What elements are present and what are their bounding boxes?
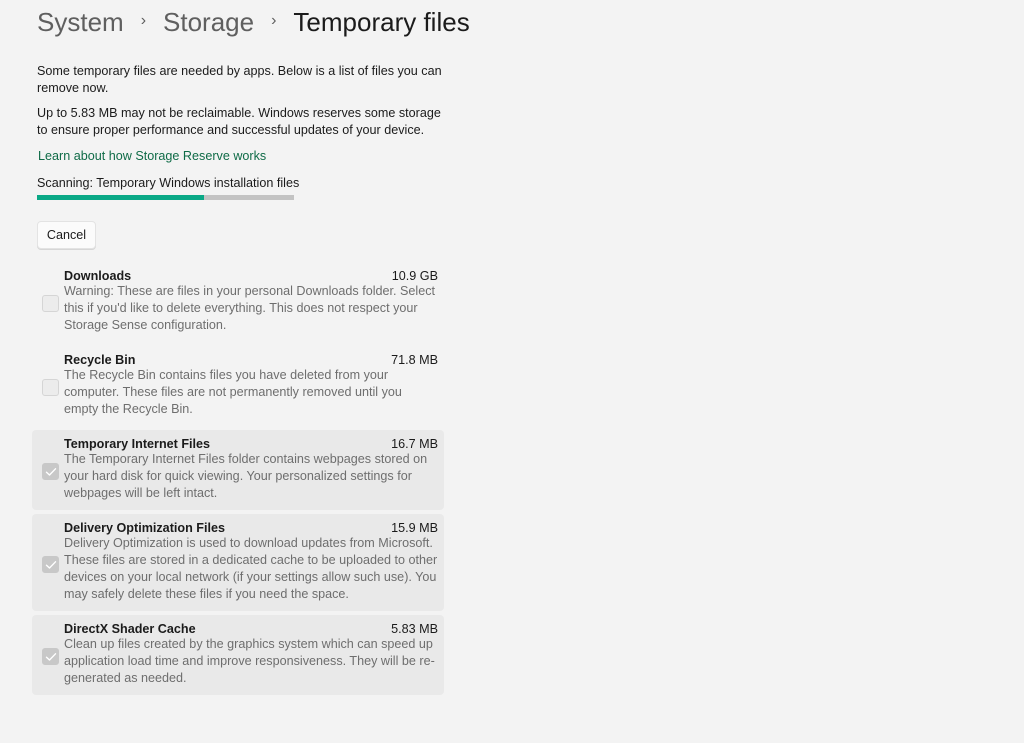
item-title: Downloads	[64, 269, 132, 283]
chevron-right-icon: ›	[271, 12, 277, 29]
scan-progress-bar	[37, 195, 294, 200]
item-title: Delivery Optimization Files	[64, 521, 225, 535]
checkbox-checked[interactable]	[42, 648, 59, 665]
item-title: Temporary Internet Files	[64, 437, 211, 451]
item-size: 16.7 MB	[391, 437, 438, 451]
chevron-right-icon: ›	[140, 12, 147, 29]
file-category-list: Downloads 10.9 GB Warning: These are fil…	[32, 262, 444, 699]
checkmark-icon	[45, 560, 57, 569]
item-description: Delivery Optimization is used to downloa…	[64, 536, 438, 601]
checkbox-checked[interactable]	[42, 555, 59, 573]
checkmark-icon	[45, 468, 57, 476]
checkbox[interactable]	[42, 379, 59, 396]
page-title: Temporary files	[293, 6, 470, 37]
item-title: Recycle Bin	[64, 353, 136, 367]
item-size: 15.9 MB	[391, 521, 438, 535]
intro-description: Some temporary files are needed by apps.…	[37, 64, 442, 95]
intro-section: Some temporary files are needed by apps.…	[37, 63, 447, 249]
item-size: 10.9 GB	[391, 269, 438, 283]
file-category-item[interactable]: Delivery Optimization Files 15.9 MB Deli…	[32, 514, 444, 611]
item-description: Clean up files created by the graphics s…	[64, 637, 435, 685]
item-size: 71.8 MB	[391, 353, 438, 367]
item-description: The Recycle Bin contains files you have …	[64, 368, 402, 416]
breadcrumb: System › Storage › Temporary files	[37, 4, 470, 40]
item-description: Warning: These are files in your persona…	[64, 284, 436, 332]
file-category-item[interactable]: Recycle Bin 71.8 MB The Recycle Bin cont…	[32, 346, 444, 426]
item-size: 5.83 MB	[391, 622, 438, 636]
file-category-item[interactable]: Temporary Internet Files 16.7 MB The Tem…	[32, 430, 444, 510]
scan-status: Scanning: Temporary Windows installation…	[37, 176, 300, 190]
storage-reserve-link[interactable]: Learn about how Storage Reserve works	[38, 149, 266, 163]
item-description: The Temporary Internet Files folder cont…	[64, 452, 428, 500]
cancel-button[interactable]: Cancel	[37, 221, 96, 249]
breadcrumb-storage[interactable]: Storage	[163, 7, 254, 38]
item-title: DirectX Shader Cache	[64, 622, 196, 636]
file-category-item[interactable]: DirectX Shader Cache 5.83 MB Clean up fi…	[32, 615, 444, 695]
breadcrumb-system[interactable]: System	[37, 7, 124, 38]
reserve-description: Up to 5.83 MB may not be reclaimable. Wi…	[37, 106, 441, 137]
checkbox[interactable]	[42, 295, 59, 312]
file-category-item[interactable]: Downloads 10.9 GB Warning: These are fil…	[32, 262, 444, 342]
checkbox-checked[interactable]	[42, 463, 59, 480]
scan-progress-fill	[37, 195, 205, 200]
checkmark-icon	[45, 653, 57, 661]
